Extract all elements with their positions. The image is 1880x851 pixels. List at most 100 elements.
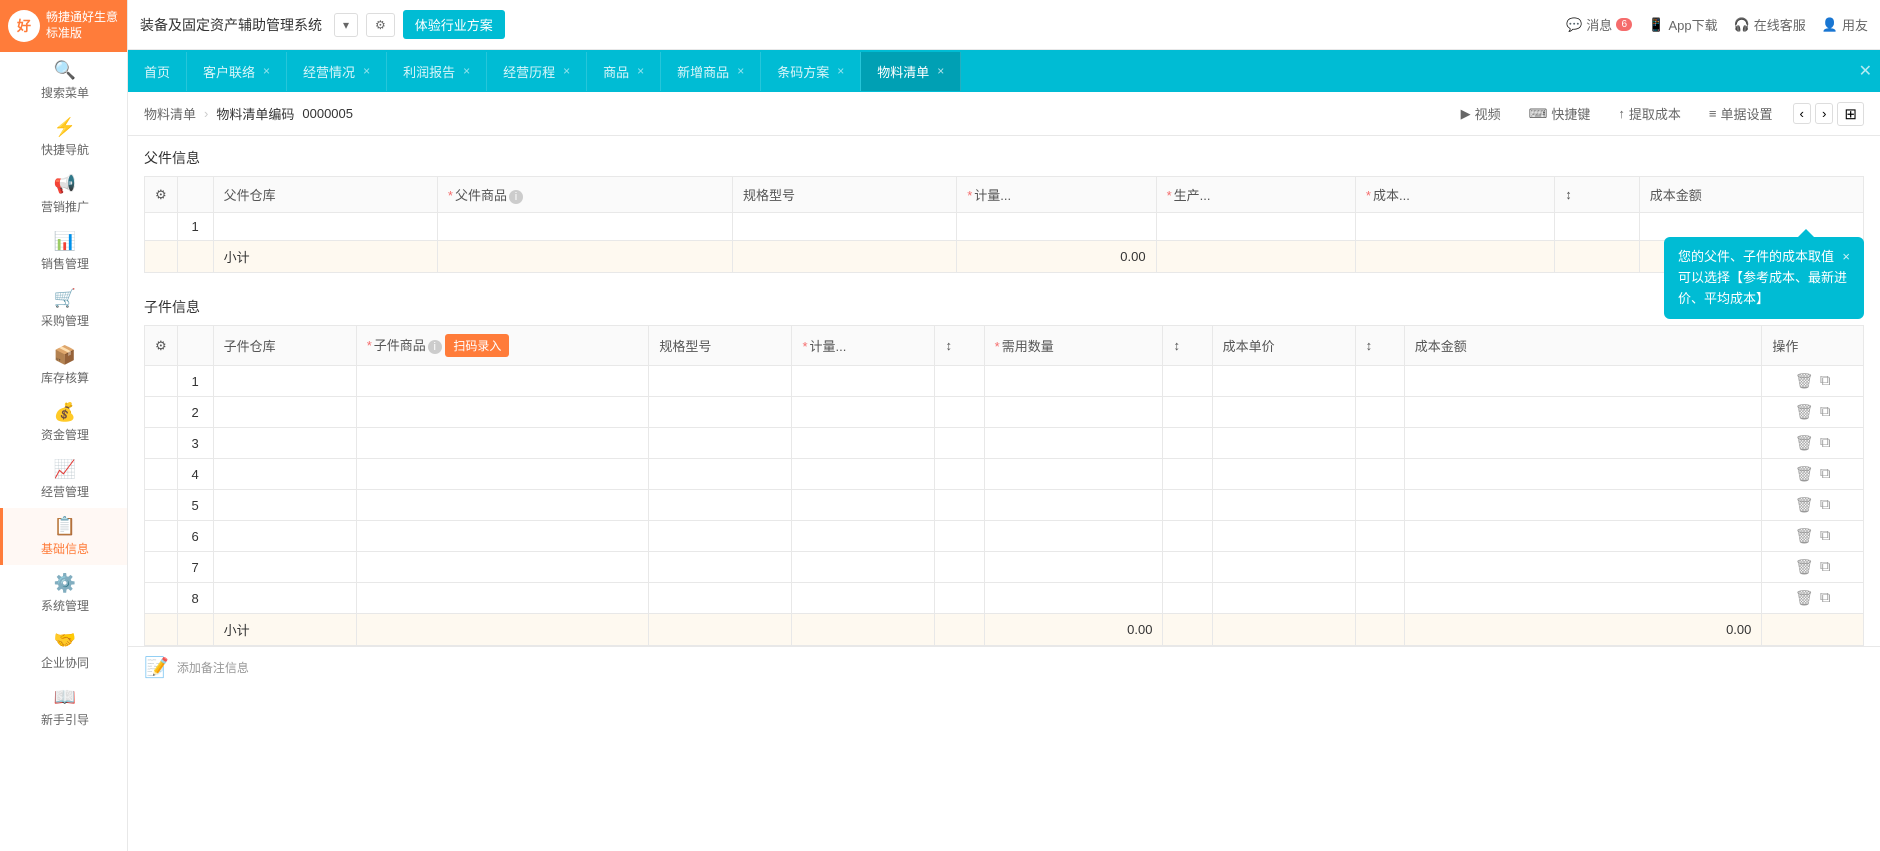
tab-close-all-btn[interactable]: ✕ (1859, 61, 1880, 81)
copy-icon[interactable]: ⧉ (1820, 527, 1831, 545)
child-required-qty-cell[interactable] (984, 521, 1163, 552)
child-warehouse-cell[interactable] (213, 428, 356, 459)
copy-icon[interactable]: ⧉ (1820, 372, 1831, 390)
tab-close-icon[interactable]: × (463, 64, 470, 78)
tab-close-icon[interactable]: × (937, 64, 944, 78)
scan-btn[interactable]: 扫码录入 (445, 334, 509, 357)
child-spec-cell[interactable] (649, 490, 792, 521)
child-spec-cell[interactable] (649, 583, 792, 614)
child-product-cell[interactable] (356, 552, 649, 583)
child-unit-cost-cell[interactable] (1212, 459, 1355, 490)
single-setting-btn[interactable]: ≡ 单据设置 (1701, 100, 1781, 127)
child-unit-cost-cell[interactable] (1212, 490, 1355, 521)
video-btn[interactable]: ▶ 视频 (1453, 100, 1509, 127)
child-product-cell[interactable] (356, 428, 649, 459)
child-quantity-cell[interactable] (792, 397, 935, 428)
copy-icon[interactable]: ⧉ (1820, 434, 1831, 452)
child-spec-cell[interactable] (649, 428, 792, 459)
tab-close-icon[interactable]: × (363, 64, 370, 78)
add-note-text[interactable]: 添加备注信息 (177, 659, 249, 676)
child-quantity-cell[interactable] (792, 366, 935, 397)
child-unit-cost-cell[interactable] (1212, 428, 1355, 459)
copy-icon[interactable]: ⧉ (1820, 403, 1831, 421)
tab-新增商品[interactable]: 新增商品× (661, 52, 761, 91)
sidebar-item-采购管理[interactable]: 🛒采购管理 (0, 280, 127, 337)
child-required-qty-cell[interactable] (984, 428, 1163, 459)
sidebar-item-基础信息[interactable]: 📋基础信息 (0, 508, 127, 565)
shortcut-btn[interactable]: ⌨ 快捷键 (1521, 100, 1599, 127)
breadcrumb-item-1[interactable]: 物料清单 (144, 104, 196, 123)
delete-icon[interactable]: 🗑 (1795, 589, 1814, 607)
child-th-settings[interactable]: ⚙ (145, 326, 178, 366)
sidebar-item-快捷导航[interactable]: ⚡快捷导航 (0, 109, 127, 166)
child-product-cell[interactable] (356, 583, 649, 614)
nav-next-btn[interactable]: › (1815, 103, 1833, 124)
parent-cost-cell[interactable] (1355, 213, 1554, 241)
tab-条码方案[interactable]: 条码方案× (761, 52, 861, 91)
child-unit-cost-cell[interactable] (1212, 521, 1355, 552)
tab-close-icon[interactable]: × (637, 64, 644, 78)
delete-icon[interactable]: 🗑 (1795, 465, 1814, 483)
child-required-qty-cell[interactable] (984, 552, 1163, 583)
parent-product-cell[interactable] (437, 213, 732, 241)
user-btn[interactable]: 👤 用友 (1822, 15, 1868, 34)
tab-close-icon[interactable]: × (737, 64, 744, 78)
parent-production-cell[interactable] (1156, 213, 1355, 241)
delete-icon[interactable]: 🗑 (1795, 434, 1814, 452)
child-warehouse-cell[interactable] (213, 366, 356, 397)
parent-quantity-cell[interactable] (957, 213, 1156, 241)
grid-view-btn[interactable]: ⊞ (1837, 102, 1864, 126)
sidebar-item-资金管理[interactable]: 💰资金管理 (0, 394, 127, 451)
copy-icon[interactable]: ⧉ (1820, 558, 1831, 576)
tab-经营历程[interactable]: 经营历程× (487, 52, 587, 91)
delete-icon[interactable]: 🗑 (1795, 372, 1814, 390)
add-note-icon[interactable]: 📝 (144, 655, 169, 680)
settings-btn[interactable]: ⚙ (366, 13, 395, 37)
child-warehouse-cell[interactable] (213, 521, 356, 552)
sidebar-item-销售管理[interactable]: 📊销售管理 (0, 223, 127, 280)
tab-商品[interactable]: 商品× (587, 52, 661, 91)
child-spec-cell[interactable] (649, 521, 792, 552)
delete-icon[interactable]: 🗑 (1795, 496, 1814, 514)
message-btn[interactable]: 💬 消息 6 (1566, 15, 1632, 34)
trial-btn[interactable]: 体验行业方案 (403, 10, 505, 39)
parent-th-settings[interactable]: ⚙ (145, 177, 178, 213)
tab-物料清单[interactable]: 物料清单× (861, 52, 961, 91)
child-required-qty-cell[interactable] (984, 583, 1163, 614)
child-quantity-cell[interactable] (792, 583, 935, 614)
child-quantity-cell[interactable] (792, 459, 935, 490)
delete-icon[interactable]: 🗑 (1795, 527, 1814, 545)
parent-warehouse-cell[interactable] (213, 213, 437, 241)
tab-close-icon[interactable]: × (263, 64, 270, 78)
copy-icon[interactable]: ⧉ (1820, 496, 1831, 514)
copy-icon[interactable]: ⧉ (1820, 589, 1831, 607)
child-spec-cell[interactable] (649, 459, 792, 490)
sidebar-item-库存核算[interactable]: 📦库存核算 (0, 337, 127, 394)
child-product-cell[interactable] (356, 521, 649, 552)
tab-close-icon[interactable]: × (837, 64, 844, 78)
delete-icon[interactable]: 🗑 (1795, 558, 1814, 576)
tab-客户联络[interactable]: 客户联络× (187, 52, 287, 91)
sidebar-item-经营管理[interactable]: 📈经营管理 (0, 451, 127, 508)
child-required-qty-cell[interactable] (984, 490, 1163, 521)
child-required-qty-cell[interactable] (984, 366, 1163, 397)
child-quantity-cell[interactable] (792, 521, 935, 552)
child-quantity-cell[interactable] (792, 490, 935, 521)
child-product-cell[interactable] (356, 459, 649, 490)
child-required-qty-cell[interactable] (984, 459, 1163, 490)
online-service-btn[interactable]: 🎧 在线客服 (1734, 15, 1806, 34)
parent-spec-cell[interactable] (732, 213, 956, 241)
tab-close-icon[interactable]: × (563, 64, 570, 78)
child-unit-cost-cell[interactable] (1212, 397, 1355, 428)
child-warehouse-cell[interactable] (213, 397, 356, 428)
app-download-btn[interactable]: 📱 App下载 (1648, 15, 1717, 34)
delete-icon[interactable]: 🗑 (1795, 403, 1814, 421)
tab-利润报告[interactable]: 利润报告× (387, 52, 487, 91)
child-product-cell[interactable] (356, 366, 649, 397)
nav-prev-btn[interactable]: ‹ (1793, 103, 1811, 124)
tooltip-close-btn[interactable]: × (1842, 247, 1850, 268)
child-unit-cost-cell[interactable] (1212, 552, 1355, 583)
child-unit-cost-cell[interactable] (1212, 366, 1355, 397)
child-warehouse-cell[interactable] (213, 552, 356, 583)
child-warehouse-cell[interactable] (213, 459, 356, 490)
